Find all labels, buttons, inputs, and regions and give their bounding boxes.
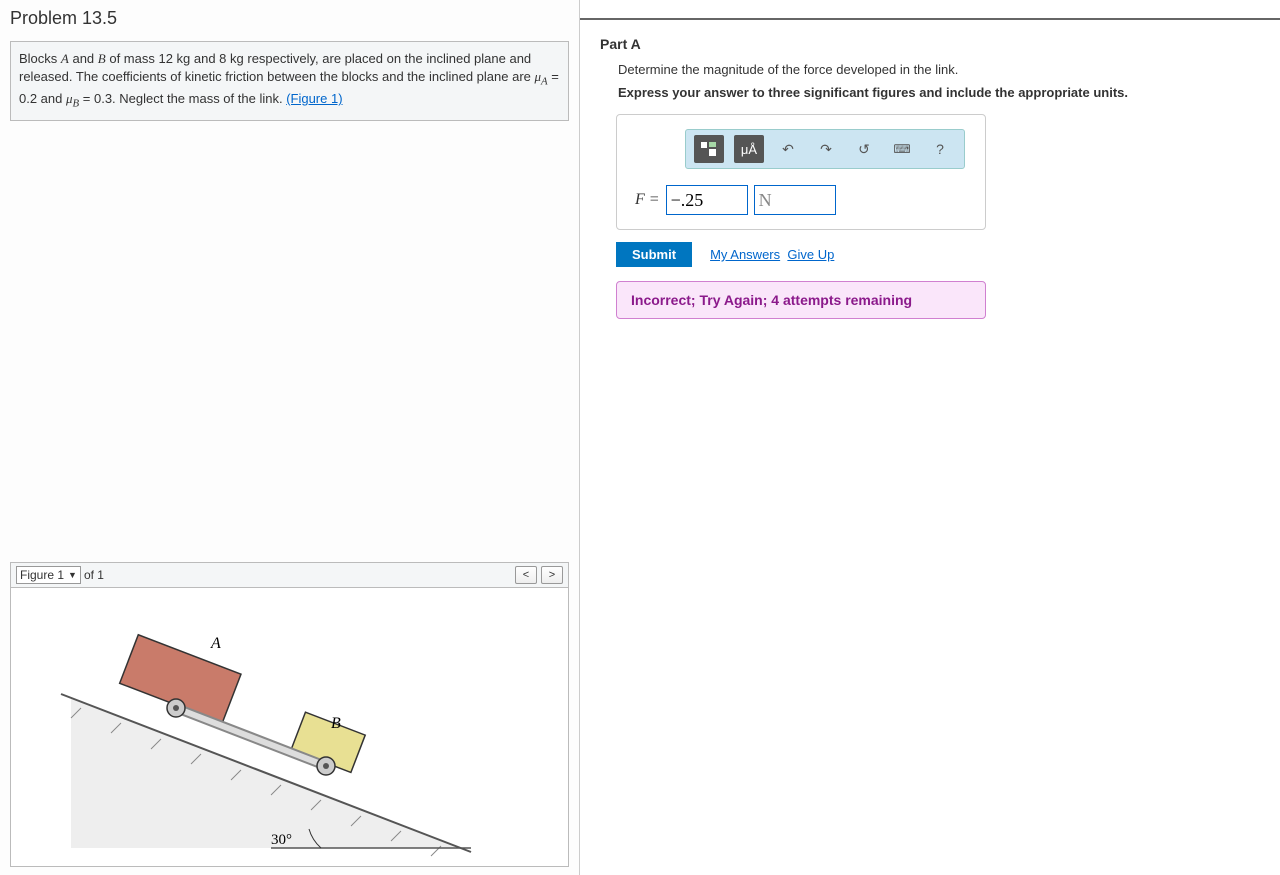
undo-button[interactable]: ↶ [774,136,802,162]
figure-display: 30° A B [10,587,569,867]
feedback-message: Incorrect; Try Again; 4 attempts remaini… [616,281,986,319]
variable-label: F = [635,191,660,209]
symbols-button[interactable]: μÅ [734,135,764,163]
figure-next-button[interactable]: > [541,566,563,584]
figure-select[interactable]: Figure 1 [16,566,81,584]
problem-title: Problem 13.5 [10,8,569,29]
redo-button[interactable]: ↷ [812,136,840,162]
part-instruction: Determine the magnitude of the force dev… [600,62,1260,77]
give-up-link[interactable]: Give Up [787,247,834,262]
answer-row: F = [635,185,967,215]
problem-pane: Problem 13.5 Blocks A and B of mass 12 k… [0,0,580,875]
action-row: Submit My Answers Give Up [616,242,1260,267]
keyboard-button[interactable]: ⌨ [888,136,916,162]
problem-statement: Blocks A and B of mass 12 kg and 8 kg re… [10,41,569,121]
block-b-label: B [331,715,341,732]
help-button[interactable]: ? [926,136,954,162]
part-title: Part A [600,36,1260,52]
value-input[interactable] [666,185,748,215]
unit-input[interactable] [754,185,836,215]
figure-prev-button[interactable]: < [515,566,537,584]
block-a-label: A [210,635,221,652]
answer-panel: μÅ ↶ ↷ ↺ ⌨ ? F = [616,114,986,230]
template-icon[interactable] [694,135,724,163]
figure-link[interactable]: (Figure 1) [286,91,342,106]
answer-pane: Part A Determine the magnitude of the fo… [580,18,1280,875]
figure-header: Figure 1 of 1 < > [10,562,569,587]
reset-button[interactable]: ↺ [850,136,878,162]
my-answers-link[interactable]: My Answers [710,247,780,262]
input-toolbar: μÅ ↶ ↷ ↺ ⌨ ? [685,129,965,169]
submit-button[interactable]: Submit [616,242,692,267]
part-instruction-bold: Express your answer to three significant… [600,85,1260,100]
figure-count: of 1 [84,568,104,582]
angle-label: 30° [271,832,292,848]
